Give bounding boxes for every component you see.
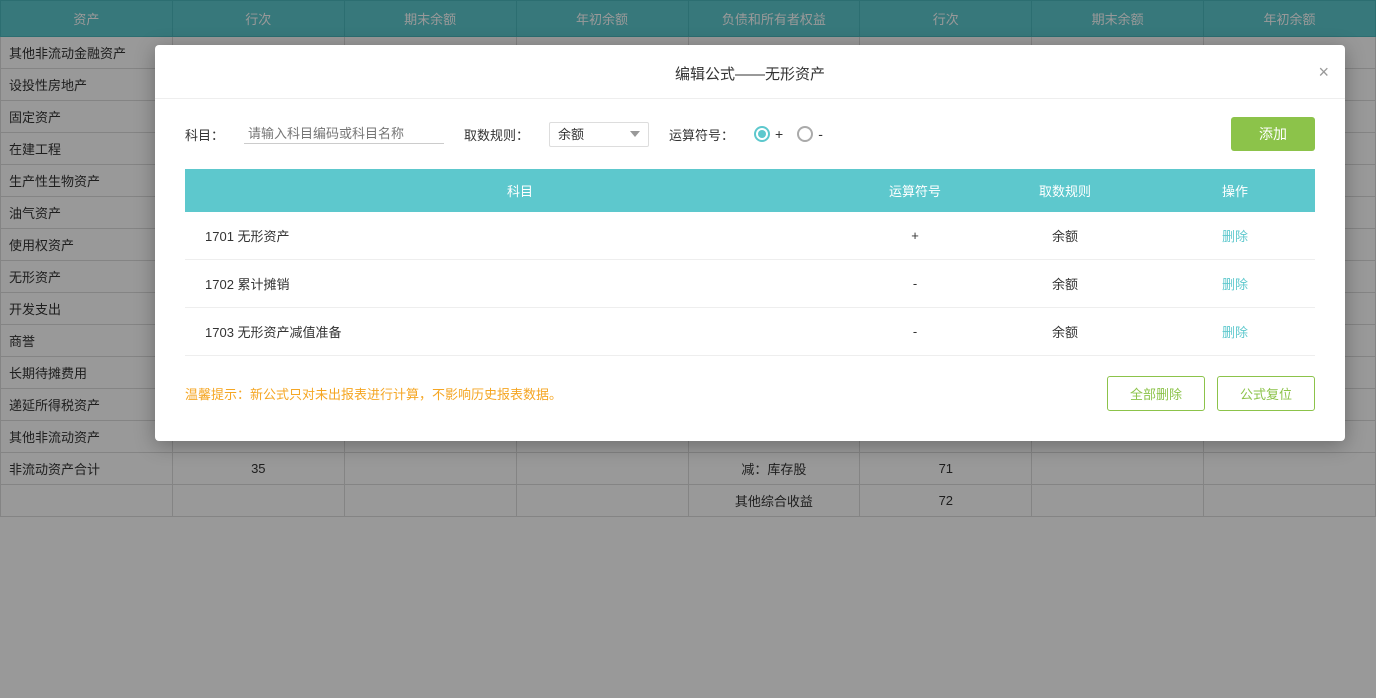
radio-minus-label: -: [818, 126, 823, 142]
formula-table-wrap: 科目 运算符号 取数规则 操作 1701 无形资产 + 余额 删除 1702 累…: [185, 169, 1315, 356]
footer-buttons: 全部删除 公式复位: [1107, 376, 1315, 411]
modal-close-button[interactable]: ×: [1318, 63, 1329, 81]
formula-table-row: 1702 累计摊销 - 余额 删除: [185, 260, 1315, 308]
formula-operator-cell: +: [855, 212, 975, 260]
formula-table-row: 1703 无形资产减值准备 - 余额 删除: [185, 308, 1315, 356]
reset-formula-button[interactable]: 公式复位: [1217, 376, 1315, 411]
formula-rule-cell: 余额: [975, 308, 1155, 356]
rule-select-wrap: 余额 借方发生额 贷方发生额: [549, 122, 649, 147]
formula-operator-cell: -: [855, 308, 975, 356]
th-rule: 取数规则: [975, 169, 1155, 212]
formula-action-cell: 删除: [1155, 212, 1315, 260]
edit-formula-modal: 编辑公式——无形资产 × 科目： 取数规则： 余额 借方发生额 贷方发生额 运算…: [155, 45, 1345, 441]
modal-title: 编辑公式——无形资产: [675, 66, 825, 83]
formula-subject-cell: 1701 无形资产: [185, 212, 855, 260]
rule-label: 取数规则：: [464, 125, 529, 144]
formula-subject-cell: 1703 无形资产减值准备: [185, 308, 855, 356]
th-operator: 运算符号: [855, 169, 975, 212]
radio-plus-circle: [754, 126, 770, 142]
hint-text: 温馨提示：新公式只对未出报表进行计算，不影响历史报表数据。: [185, 384, 562, 403]
modal-footer: 温馨提示：新公式只对未出报表进行计算，不影响历史报表数据。 全部删除 公式复位: [155, 356, 1345, 411]
formula-subject-cell: 1702 累计摊销: [185, 260, 855, 308]
subject-input[interactable]: [244, 124, 444, 144]
formula-action-cell: 删除: [1155, 260, 1315, 308]
form-row: 科目： 取数规则： 余额 借方发生额 贷方发生额 运算符号： + - 添加: [155, 99, 1345, 169]
add-button[interactable]: 添加: [1231, 117, 1315, 151]
delete-link[interactable]: 删除: [1222, 229, 1248, 244]
operator-label: 运算符号：: [669, 125, 734, 144]
radio-plus[interactable]: +: [754, 126, 783, 142]
formula-operator-cell: -: [855, 260, 975, 308]
radio-minus[interactable]: -: [797, 126, 823, 142]
formula-table-row: 1701 无形资产 + 余额 删除: [185, 212, 1315, 260]
th-subject: 科目: [185, 169, 855, 212]
subject-label: 科目：: [185, 125, 224, 144]
modal-header: 编辑公式——无形资产 ×: [155, 45, 1345, 99]
formula-rule-cell: 余额: [975, 260, 1155, 308]
formula-rule-cell: 余额: [975, 212, 1155, 260]
rule-select[interactable]: 余额 借方发生额 贷方发生额: [549, 122, 649, 147]
delete-link[interactable]: 删除: [1222, 325, 1248, 340]
operator-radio-group: + -: [754, 126, 823, 142]
th-action: 操作: [1155, 169, 1315, 212]
radio-minus-circle: [797, 126, 813, 142]
delete-all-button[interactable]: 全部删除: [1107, 376, 1205, 411]
delete-link[interactable]: 删除: [1222, 277, 1248, 292]
radio-plus-label: +: [775, 126, 783, 142]
formula-action-cell: 删除: [1155, 308, 1315, 356]
formula-table: 科目 运算符号 取数规则 操作 1701 无形资产 + 余额 删除 1702 累…: [185, 169, 1315, 356]
